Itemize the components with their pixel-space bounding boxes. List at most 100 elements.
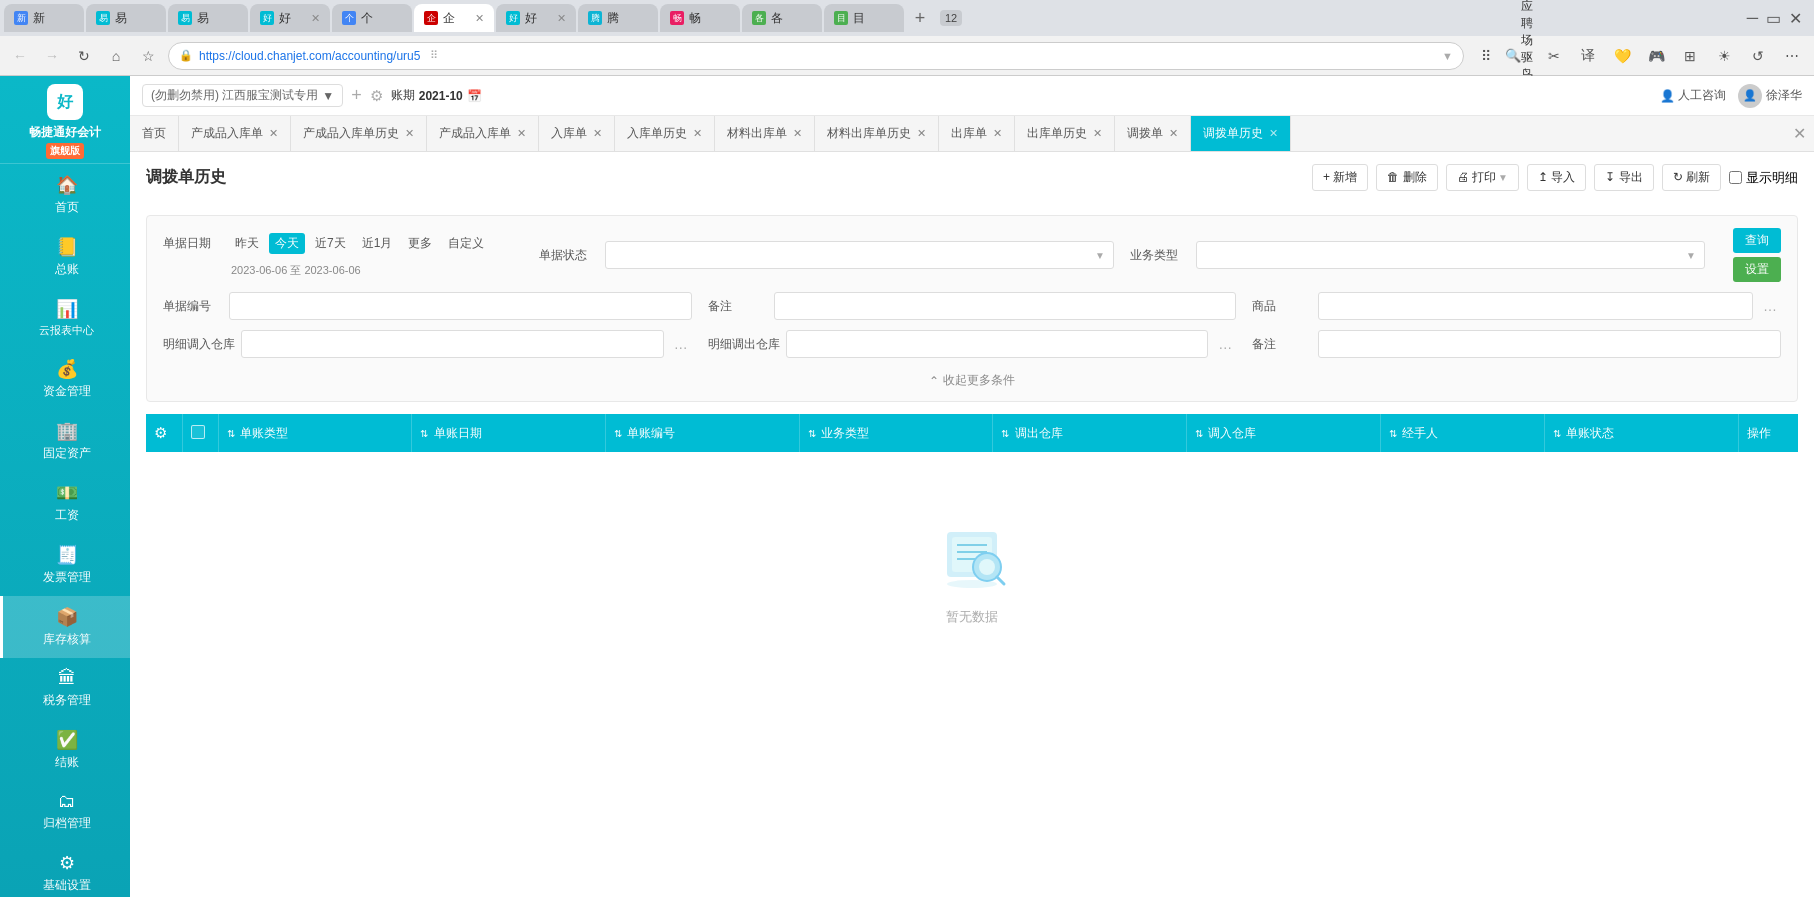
more-btn[interactable]: ⋯ xyxy=(1778,42,1806,70)
sidebar-item-inventory[interactable]: 📦 库存核算 xyxy=(0,596,130,658)
add-company-btn[interactable]: + xyxy=(351,85,362,106)
new-tab-button[interactable]: + xyxy=(906,4,934,32)
translate-btn[interactable]: 译 xyxy=(1574,42,1602,70)
tab-in-order-close[interactable]: ✕ xyxy=(593,127,602,140)
status-select[interactable]: ▼ xyxy=(605,241,1114,269)
table-col-settings[interactable]: ⚙ xyxy=(146,414,182,452)
tab-prod-in-hist-close[interactable]: ✕ xyxy=(405,127,414,140)
import-btn[interactable]: ↥ 导入 xyxy=(1527,164,1586,191)
scissors-icon-btn[interactable]: ✂ xyxy=(1540,42,1568,70)
user-info[interactable]: 👤 徐泽华 xyxy=(1738,84,1802,108)
table-col-checkbox[interactable] xyxy=(182,414,218,452)
remark-input[interactable] xyxy=(774,292,1237,320)
tab-mat-out-close[interactable]: ✕ xyxy=(793,127,802,140)
address-bar[interactable]: 🔒 https://cloud.chanjet.com/accounting/u… xyxy=(168,42,1464,70)
new-btn[interactable]: + 新增 xyxy=(1312,164,1368,191)
browser-tab-3[interactable]: 易 易 xyxy=(168,4,248,32)
print-dropdown-arrow[interactable]: ▼ xyxy=(1498,172,1508,183)
table-col-out-warehouse[interactable]: ⇅ 调出仓库 xyxy=(993,414,1187,452)
browser-tab-1[interactable]: 新 新 xyxy=(4,4,84,32)
browser-tab-4[interactable]: 好 好 ✕ xyxy=(250,4,330,32)
setting-button[interactable]: 设置 xyxy=(1733,257,1781,282)
company-selector[interactable]: (勿删勿禁用) 江西服宝测试专用 ▼ xyxy=(142,84,343,107)
maximize-button[interactable]: ▭ xyxy=(1766,9,1781,28)
sidebar-item-archive[interactable]: 🗂 归档管理 xyxy=(0,781,130,842)
table-select-all-checkbox[interactable] xyxy=(191,425,205,439)
sidebar-item-salary[interactable]: 💵 工资 xyxy=(0,472,130,534)
detail-out-input[interactable] xyxy=(786,330,1209,358)
browser-search-btn[interactable]: 🔍 学霸应聘场驱鸟员 🔥 热搜 xyxy=(1506,42,1534,70)
browser-tab-2[interactable]: 易 易 xyxy=(86,4,166,32)
tab-in-hist-close[interactable]: ✕ xyxy=(693,127,702,140)
table-col-in-warehouse[interactable]: ⇅ 调入仓库 xyxy=(1187,414,1381,452)
more-date-btn[interactable]: 更多 xyxy=(402,233,438,254)
sidebar-item-period-end[interactable]: ✅ 结账 xyxy=(0,719,130,781)
forward-button[interactable]: → xyxy=(40,44,64,68)
collapse-filter-btn[interactable]: ⌃ 收起更多条件 xyxy=(163,368,1781,389)
detail-remark-input[interactable] xyxy=(1318,330,1781,358)
tab-transfer-hist-close[interactable]: ✕ xyxy=(1269,127,1278,140)
today-btn[interactable]: 今天 xyxy=(269,233,305,254)
table-col-doc-no[interactable]: ⇅ 单账编号 xyxy=(605,414,799,452)
brightness-btn[interactable]: ☀ xyxy=(1710,42,1738,70)
browser-tab-7[interactable]: 好 好 ✕ xyxy=(496,4,576,32)
table-col-handler[interactable]: ⇅ 经手人 xyxy=(1380,414,1544,452)
home-browser-button[interactable]: ⌂ xyxy=(104,44,128,68)
service-btn[interactable]: 👤 人工咨询 xyxy=(1660,87,1726,104)
sidebar-item-basic[interactable]: ⚙ 基础设置 xyxy=(0,842,130,897)
tab-mat-out-hist[interactable]: 材料出库单历史 ✕ xyxy=(815,116,939,152)
tab-close-6[interactable]: ✕ xyxy=(475,12,484,25)
goods-input[interactable] xyxy=(1318,292,1753,320)
browser-tab-8[interactable]: 腾 腾 xyxy=(578,4,658,32)
sidebar-item-home[interactable]: 🏠 首页 xyxy=(0,164,130,226)
export-btn[interactable]: ↧ 导出 xyxy=(1594,164,1653,191)
tab-prod-in-hist[interactable]: 产成品入库单历史 ✕ xyxy=(291,116,427,152)
sidebar-item-reports[interactable]: 📊 云报表中心 xyxy=(0,288,130,348)
tab-close-4[interactable]: ✕ xyxy=(311,12,320,25)
close-all-tabs-btn[interactable]: ✕ xyxy=(1785,124,1814,143)
browser-tab-10[interactable]: 各 各 xyxy=(742,4,822,32)
close-window-button[interactable]: ✕ xyxy=(1789,9,1802,28)
tab-transfer-hist[interactable]: 调拨单历史 ✕ xyxy=(1191,116,1291,152)
tab-out-order[interactable]: 出库单 ✕ xyxy=(939,116,1015,152)
tab-out-order-close[interactable]: ✕ xyxy=(993,127,1002,140)
detail-out-ellipsis-btn[interactable]: … xyxy=(1214,336,1236,352)
biz-type-select[interactable]: ▼ xyxy=(1196,241,1705,269)
sidebar-item-funds[interactable]: 💰 资金管理 xyxy=(0,348,130,410)
goods-ellipsis-btn[interactable]: … xyxy=(1759,298,1781,314)
display-detail-checkbox[interactable] xyxy=(1729,171,1742,184)
display-detail-toggle[interactable]: 显示明细 xyxy=(1729,169,1798,187)
table-col-doc-status[interactable]: ⇅ 单账状态 xyxy=(1544,414,1738,452)
detail-in-input[interactable] xyxy=(241,330,664,358)
query-button[interactable]: 查询 xyxy=(1733,228,1781,253)
game-btn[interactable]: 🎮 xyxy=(1642,42,1670,70)
grid-btn[interactable]: ⊞ xyxy=(1676,42,1704,70)
table-col-doc-date[interactable]: ⇅ 单账日期 xyxy=(412,414,606,452)
delete-btn[interactable]: 🗑 删除 xyxy=(1376,164,1437,191)
browser-tab-5[interactable]: 个 个 xyxy=(332,4,412,32)
period-selector[interactable]: 账期 2021-10 📅 xyxy=(391,87,482,104)
browser-tab-9[interactable]: 畅 畅 xyxy=(660,4,740,32)
sidebar-item-invoice[interactable]: 🧾 发票管理 xyxy=(0,534,130,596)
browser-tab-6-active[interactable]: 企 企 ✕ xyxy=(414,4,494,32)
tab-prod-in2[interactable]: 产成品入库单 ✕ xyxy=(427,116,539,152)
doc-no-input[interactable] xyxy=(229,292,692,320)
print-btn[interactable]: 🖨 打印 ▼ xyxy=(1446,164,1519,191)
tab-home[interactable]: 首页 xyxy=(130,116,179,152)
browser-tab-11[interactable]: 目 目 xyxy=(824,4,904,32)
extensions-button[interactable]: ⠿ xyxy=(1472,42,1500,70)
tab-in-order[interactable]: 入库单 ✕ xyxy=(539,116,615,152)
tab-prod-in[interactable]: 产成品入库单 ✕ xyxy=(179,116,291,152)
yesterday-btn[interactable]: 昨天 xyxy=(229,233,265,254)
back-button[interactable]: ← xyxy=(8,44,32,68)
custom-date-btn[interactable]: 自定义 xyxy=(442,233,490,254)
tab-transfer-close[interactable]: ✕ xyxy=(1169,127,1178,140)
tab-out-hist-close[interactable]: ✕ xyxy=(1093,127,1102,140)
tab-close-7[interactable]: ✕ xyxy=(557,12,566,25)
sidebar-item-assets[interactable]: 🏢 固定资产 xyxy=(0,410,130,472)
table-col-biz-type[interactable]: ⇅ 业务类型 xyxy=(799,414,993,452)
tab-prod-in-close[interactable]: ✕ xyxy=(269,127,278,140)
url-dropdown-arrow[interactable]: ▼ xyxy=(1442,50,1453,62)
tab-in-hist[interactable]: 入库单历史 ✕ xyxy=(615,116,715,152)
month-btn[interactable]: 近1月 xyxy=(356,233,399,254)
